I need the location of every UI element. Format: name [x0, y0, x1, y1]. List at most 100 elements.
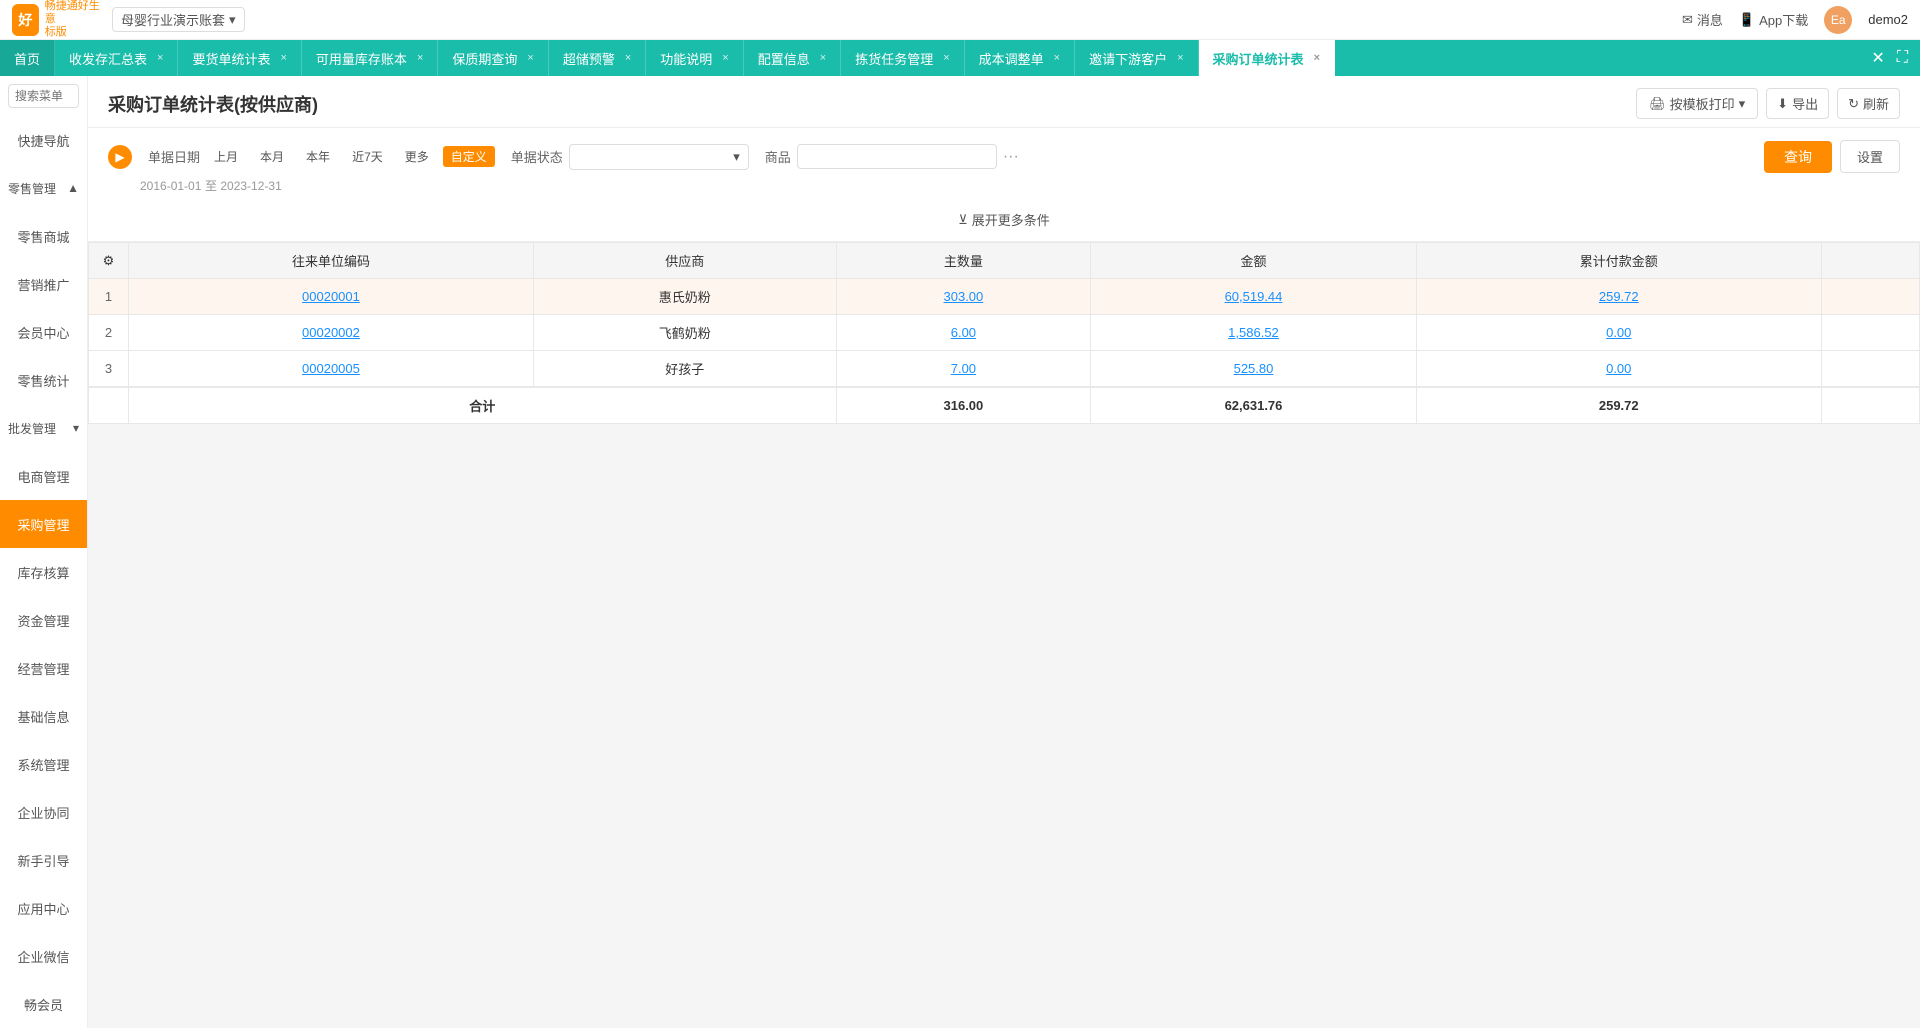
- date-from: 2016-01-01: [140, 179, 201, 193]
- nav-tab-tuo[interactable]: 拣货任务管理 ×: [841, 40, 964, 76]
- sidebar-item-shortcuts[interactable]: 快捷导航: [0, 116, 87, 164]
- shortcut-this-year[interactable]: 本年: [298, 146, 338, 167]
- expand-label: 展开更多条件: [972, 210, 1050, 229]
- download-icon: 📱: [1739, 12, 1755, 28]
- sidebar-item-app-center[interactable]: 应用中心: [0, 884, 87, 932]
- refresh-button[interactable]: ↻ 刷新: [1837, 88, 1900, 119]
- message-icon: ✉: [1682, 12, 1693, 28]
- settings-icon[interactable]: ⚙: [103, 253, 115, 268]
- close-icon[interactable]: ×: [280, 52, 286, 64]
- more-options-icon[interactable]: ···: [1003, 148, 1019, 166]
- sidebar-item-retail-shop[interactable]: 零售商城: [0, 212, 87, 260]
- nav-tab-chengben[interactable]: 成本调整单 ×: [965, 40, 1075, 76]
- shortcut-custom[interactable]: 自定义: [443, 146, 495, 167]
- nav-tab-baozhi[interactable]: 保质期查询 ×: [438, 40, 548, 76]
- sidebar-item-member[interactable]: 会员中心: [0, 308, 87, 356]
- row-code[interactable]: 00020005: [129, 351, 534, 388]
- avatar[interactable]: Ea: [1824, 6, 1852, 34]
- row-paid[interactable]: 0.00: [1416, 315, 1821, 351]
- search-input[interactable]: [8, 84, 79, 108]
- sidebar-item-label: 经营管理: [17, 659, 69, 678]
- shortcut-this-month[interactable]: 本月: [252, 146, 292, 167]
- row-supplier: 飞鹤奶粉: [533, 315, 836, 351]
- sidebar-item-ops-mgmt[interactable]: 经营管理: [0, 644, 87, 692]
- sidebar-item-marketing[interactable]: 营销推广: [0, 260, 87, 308]
- workspace-select[interactable]: 母婴行业演示账套 ▾: [112, 7, 245, 32]
- sidebar-item-label: 系统管理: [17, 755, 69, 774]
- export-button[interactable]: ⬇ 导出: [1766, 88, 1829, 119]
- goods-input[interactable]: [797, 144, 997, 169]
- row-code[interactable]: 00020002: [129, 315, 534, 351]
- username[interactable]: demo2: [1868, 12, 1908, 27]
- close-icon[interactable]: ×: [1054, 52, 1060, 64]
- date-to: 2023-12-31: [220, 179, 281, 193]
- row-amount[interactable]: 60,519.44: [1091, 279, 1417, 315]
- row-qty[interactable]: 6.00: [836, 315, 1091, 351]
- sidebar-item-retail-stats[interactable]: 零售统计: [0, 356, 87, 404]
- row-amount[interactable]: 1,586.52: [1091, 315, 1417, 351]
- sidebar-item-finance[interactable]: 资金管理: [0, 596, 87, 644]
- app-download-button[interactable]: 📱 App下载: [1739, 10, 1808, 29]
- chevron-down-icon: ▾: [1739, 96, 1746, 112]
- table-row: 2 00020002 飞鹤奶粉 6.00 1,586.52 0.00: [89, 315, 1920, 351]
- close-icon[interactable]: ×: [157, 52, 163, 64]
- expand-more-button[interactable]: ⊻ 展开更多条件: [958, 210, 1050, 229]
- footer-amount: 62,631.76: [1091, 387, 1417, 424]
- nav-tab-peizhi[interactable]: 配置信息 ×: [744, 40, 841, 76]
- sidebar-item-label: 资金管理: [17, 611, 69, 630]
- nav-tab-shoufa[interactable]: 收发存汇总表 ×: [55, 40, 178, 76]
- print-button[interactable]: 🖨 按模板打印 ▾: [1636, 88, 1758, 119]
- shortcut-last-month[interactable]: 上月: [206, 146, 246, 167]
- setting-button[interactable]: 设置: [1840, 140, 1900, 173]
- close-icon[interactable]: ×: [1314, 52, 1320, 64]
- logo-icon: 好: [12, 4, 39, 36]
- nav-tab-home[interactable]: 首页: [0, 40, 55, 76]
- sidebar-item-purchase-mgmt[interactable]: 采购管理: [0, 500, 87, 548]
- row-paid[interactable]: 259.72: [1416, 279, 1821, 315]
- close-icon[interactable]: ×: [527, 52, 533, 64]
- close-icon[interactable]: ×: [943, 52, 949, 64]
- sidebar-item-batch-mgmt[interactable]: 批发管理 ▾: [0, 404, 87, 452]
- sidebar-item-new-guide[interactable]: 新手引导: [0, 836, 87, 884]
- close-icon[interactable]: ×: [417, 52, 423, 64]
- nav-tab-gongneng[interactable]: 功能说明 ×: [646, 40, 743, 76]
- shortcut-more[interactable]: 更多: [397, 146, 437, 167]
- shortcut-7days[interactable]: 近7天: [344, 146, 391, 167]
- row-paid[interactable]: 0.00: [1416, 351, 1821, 388]
- maximize-icon[interactable]: ⛶: [1893, 45, 1912, 71]
- avatar-text: Ea: [1831, 13, 1846, 27]
- toggle-arrow[interactable]: ▶: [108, 145, 132, 169]
- close-icon[interactable]: ×: [1177, 52, 1183, 64]
- row-code[interactable]: 00020001: [129, 279, 534, 315]
- sidebar-item-vip[interactable]: 畅会员: [0, 980, 87, 1028]
- nav-tab-chaochu[interactable]: 超储预警 ×: [549, 40, 646, 76]
- close-icon[interactable]: ×: [820, 52, 826, 64]
- status-label: 单据状态: [511, 147, 563, 166]
- nav-tab-yaohuo[interactable]: 要货单统计表 ×: [178, 40, 301, 76]
- sidebar-item-retail-mgmt[interactable]: 零售管理 ▲: [0, 164, 87, 212]
- sidebar-item-basic-info[interactable]: 基础信息: [0, 692, 87, 740]
- sidebar-item-enterprise-wechat[interactable]: 企业微信: [0, 932, 87, 980]
- sidebar-item-enterprise[interactable]: 企业协同: [0, 788, 87, 836]
- col-settings: ⚙: [89, 243, 129, 279]
- sidebar-item-ecom-mgmt[interactable]: 电商管理: [0, 452, 87, 500]
- sidebar-item-inventory[interactable]: 库存核算: [0, 548, 87, 596]
- tab-label: 配置信息: [758, 49, 810, 68]
- tab-label: 拣货任务管理: [855, 49, 933, 68]
- nav-tab-keyong[interactable]: 可用量库存账本 ×: [302, 40, 438, 76]
- sidebar-search[interactable]: [0, 76, 87, 116]
- sidebar-item-label: 零售管理 ▲: [0, 180, 87, 197]
- sidebar-item-sys-mgmt[interactable]: 系统管理: [0, 740, 87, 788]
- close-icon[interactable]: ×: [722, 52, 728, 64]
- status-select[interactable]: ▾: [569, 144, 749, 170]
- nav-tab-caigou[interactable]: 采购订单统计表 ×: [1199, 40, 1335, 76]
- close-icon[interactable]: ×: [625, 52, 631, 64]
- row-supplier: 惠氏奶粉: [533, 279, 836, 315]
- row-qty[interactable]: 303.00: [836, 279, 1091, 315]
- message-button[interactable]: ✉ 消息: [1682, 10, 1723, 29]
- close-all-icon[interactable]: ✕: [1867, 44, 1888, 72]
- row-qty[interactable]: 7.00: [836, 351, 1091, 388]
- row-amount[interactable]: 525.80: [1091, 351, 1417, 388]
- search-button[interactable]: 查询: [1764, 141, 1832, 173]
- nav-tab-yaoqing[interactable]: 邀请下游客户 ×: [1075, 40, 1198, 76]
